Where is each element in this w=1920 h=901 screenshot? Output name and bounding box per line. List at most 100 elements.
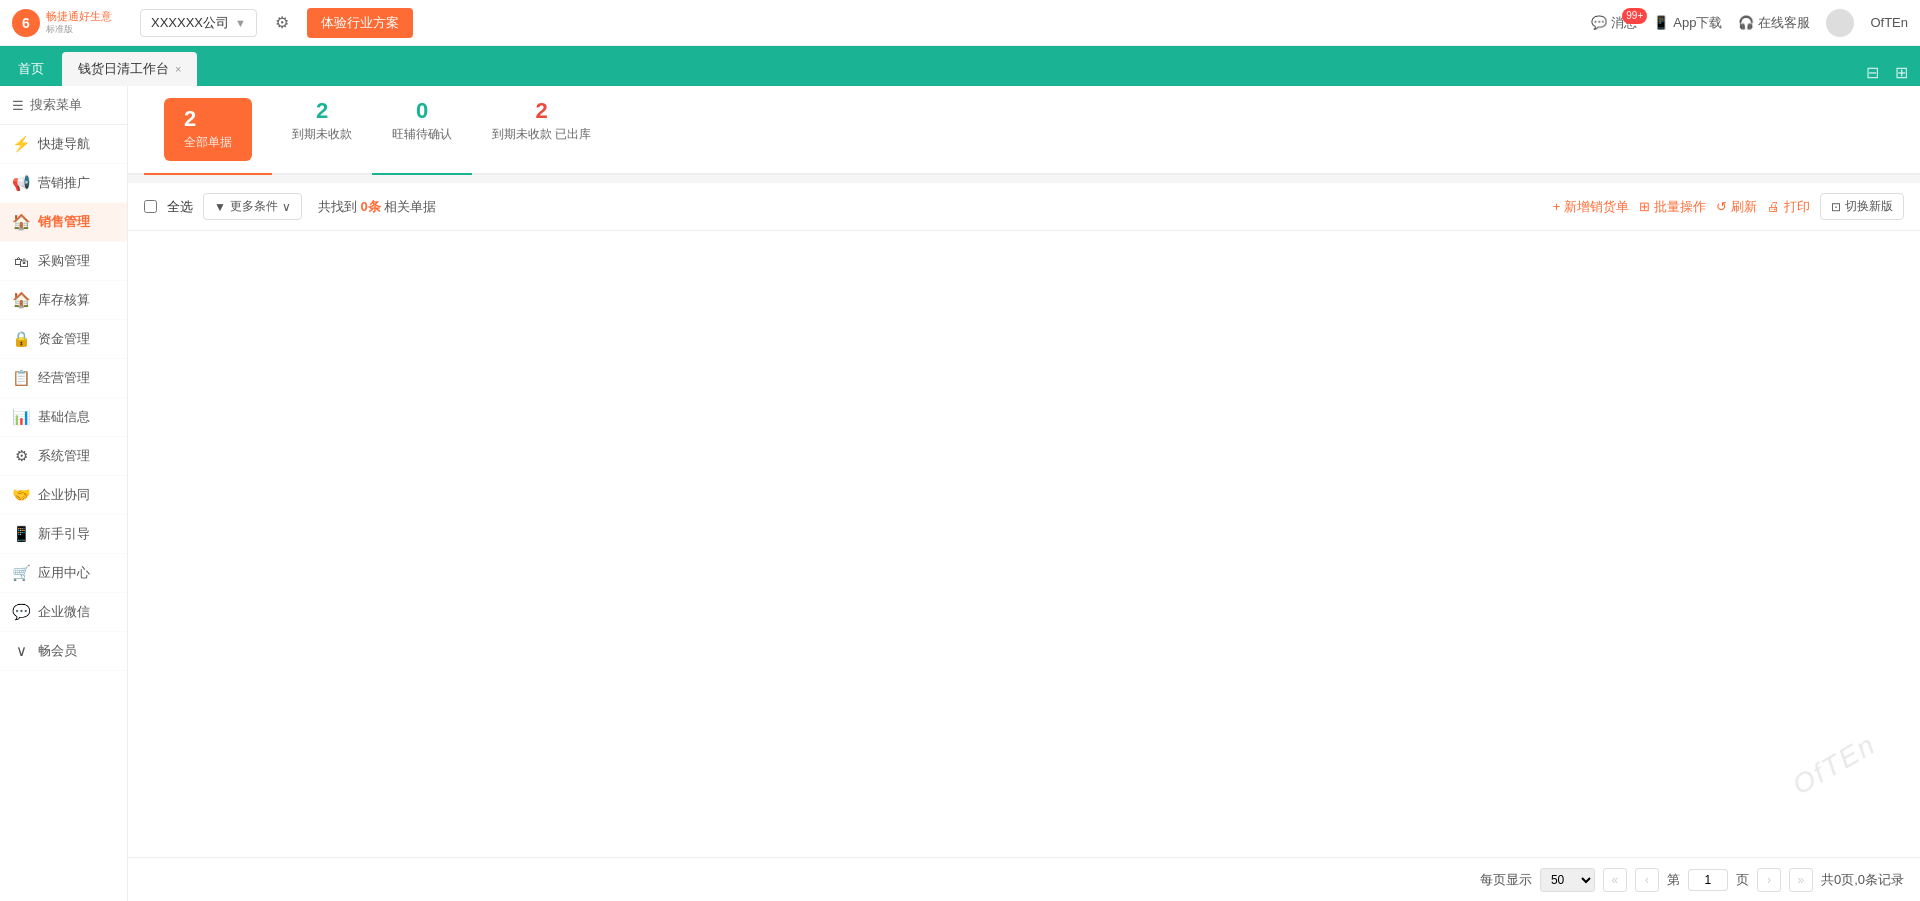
avatar[interactable] [1826, 9, 1854, 37]
v-icon: ∨ [12, 642, 30, 660]
print-button[interactable]: 🖨 打印 [1767, 198, 1810, 216]
page-label: 第 [1667, 871, 1680, 889]
batch-operation-button[interactable]: ⊞ 批量操作 [1639, 198, 1706, 216]
sidebar-item-purchase[interactable]: 🛍 采购管理 [0, 242, 127, 281]
filter-icon: ▼ [214, 200, 226, 214]
sidebar-item-basic-info[interactable]: 📊 基础信息 [0, 398, 127, 437]
logo-sub-text: 标准版 [46, 23, 112, 36]
sidebar-label-quick-nav: 快捷导航 [38, 135, 90, 153]
filter-label: 更多条件 [230, 198, 278, 215]
sidebar-label-finance: 资金管理 [38, 330, 90, 348]
last-page-button[interactable]: » [1789, 868, 1813, 892]
sidebar-item-guide[interactable]: 📱 新手引导 [0, 515, 127, 554]
bag-icon: 🛍 [12, 253, 30, 270]
stat-label-overdue: 到期未收款 [292, 126, 352, 143]
sidebar-item-member[interactable]: ∨ 畅会员 [0, 632, 127, 671]
batch-icon: ⊞ [1639, 199, 1650, 214]
message-item[interactable]: 💬 消息 99+ [1591, 14, 1637, 32]
message-badge: 99+ [1622, 8, 1647, 24]
sidebar-item-wechat[interactable]: 💬 企业微信 [0, 593, 127, 632]
page-input[interactable] [1688, 869, 1728, 891]
sidebar-label-app-center: 应用中心 [38, 564, 90, 582]
sidebar-label-purchase: 采购管理 [38, 252, 90, 270]
refresh-label: 刷新 [1731, 198, 1757, 216]
refresh-button[interactable]: ↺ 刷新 [1716, 198, 1757, 216]
stat-count-pending: 0 [416, 98, 428, 124]
stat-tabs: 2 全部单据 2 到期未收款 0 旺辅待确认 2 到期未收款 已出库 [128, 86, 1920, 175]
settings-icon[interactable]: ⚙ [267, 8, 297, 38]
sidebar-label-system: 系统管理 [38, 447, 90, 465]
stat-tab-shipped[interactable]: 2 到期未收款 已出库 [472, 86, 611, 175]
sidebar-label-basic-info: 基础信息 [38, 408, 90, 426]
logo-main-text: 畅捷通好生意 [46, 9, 112, 23]
maximize-icon[interactable]: ⊞ [1891, 59, 1912, 86]
chat-icon: 💬 [12, 603, 30, 621]
sidebar-item-quick-nav[interactable]: ⚡ 快捷导航 [0, 125, 127, 164]
sidebar-label-member: 畅会员 [38, 642, 77, 660]
app-download-item[interactable]: 📱 App下载 [1653, 14, 1722, 32]
sidebar-label-guide: 新手引导 [38, 525, 90, 543]
search-menu-label: 搜索菜单 [30, 96, 82, 114]
megaphone-icon: 📢 [12, 174, 30, 192]
gear-icon: ⚙ [12, 447, 30, 465]
sidebar-label-enterprise: 企业协同 [38, 486, 90, 504]
trial-button[interactable]: 体验行业方案 [307, 8, 413, 38]
tab-active[interactable]: 钱货日清工作台 × [62, 52, 197, 86]
sidebar-label-marketing: 营销推广 [38, 174, 90, 192]
company-name: XXXXXX公司 [151, 14, 229, 32]
stat-label-all: 全部单据 [184, 134, 232, 151]
close-icon[interactable]: × [175, 63, 181, 75]
sidebar-item-system[interactable]: ⚙ 系统管理 [0, 437, 127, 476]
add-sale-button[interactable]: + 新增销货单 [1553, 198, 1629, 216]
house-icon: 🏠 [12, 213, 30, 231]
print-icon: 🖨 [1767, 199, 1780, 214]
sidebar-item-sales[interactable]: 🏠 销售管理 [0, 203, 127, 242]
minimize-icon[interactable]: ⊟ [1862, 59, 1883, 86]
clipboard-icon: 📋 [12, 369, 30, 387]
stat-tab-overdue[interactable]: 2 到期未收款 [272, 86, 372, 175]
switch-version-button[interactable]: ⊡ 切换新版 [1820, 193, 1904, 220]
main-layout: ☰ 搜索菜单 ⚡ 快捷导航 📢 营销推广 🏠 销售管理 🛍 采购管理 🏠 库存核… [0, 86, 1920, 901]
online-service-item[interactable]: 🎧 在线客服 [1738, 14, 1810, 32]
found-text: 共找到 0条 相关单据 [318, 198, 436, 216]
table-icon: 📊 [12, 408, 30, 426]
search-menu-item[interactable]: ☰ 搜索菜单 [0, 86, 127, 125]
per-page-select[interactable]: 50 10 20 100 [1540, 868, 1595, 892]
sidebar-item-app-center[interactable]: 🛒 应用中心 [0, 554, 127, 593]
chevron-down-filter-icon: ∨ [282, 200, 291, 214]
prev-page-button[interactable]: ‹ [1635, 868, 1659, 892]
switch-icon: ⊡ [1831, 200, 1841, 214]
online-service-label: 在线客服 [1758, 14, 1810, 32]
handshake-icon: 🤝 [12, 486, 30, 504]
warehouse-icon: 🏠 [12, 291, 30, 309]
select-all-label: 全选 [167, 198, 193, 216]
user-name: OfTEn [1870, 15, 1908, 30]
company-selector[interactable]: XXXXXX公司 ▼ [140, 9, 257, 37]
app-download-label: App下载 [1673, 14, 1722, 32]
tab-home[interactable]: 首页 [2, 52, 60, 86]
top-header: 6 畅捷通好生意 标准版 XXXXXX公司 ▼ ⚙ 体验行业方案 💬 消息 99… [0, 0, 1920, 46]
lightning-icon: ⚡ [12, 135, 30, 153]
stat-tab-pending[interactable]: 0 旺辅待确认 [372, 86, 472, 175]
sidebar-item-operations[interactable]: 📋 经营管理 [0, 359, 127, 398]
sidebar-item-enterprise[interactable]: 🤝 企业协同 [0, 476, 127, 515]
app-icon: 📱 [1653, 15, 1669, 30]
chevron-down-icon: ▼ [235, 17, 246, 29]
print-label: 打印 [1784, 198, 1810, 216]
logo-area: 6 畅捷通好生意 标准版 [12, 9, 140, 37]
header-right: 💬 消息 99+ 📱 App下载 🎧 在线客服 OfTEn [1591, 9, 1908, 37]
sidebar-item-finance[interactable]: 🔒 资金管理 [0, 320, 127, 359]
found-prefix: 共找到 [318, 199, 357, 214]
message-icon: 💬 [1591, 15, 1607, 30]
stat-count-overdue: 2 [316, 98, 328, 124]
found-count: 0条 [361, 199, 381, 214]
select-all-checkbox[interactable] [144, 200, 157, 213]
sidebar-label-sales: 销售管理 [38, 213, 90, 231]
stat-tab-all[interactable]: 2 全部单据 [144, 86, 272, 175]
nav-tabs: 首页 钱货日清工作台 × ⊟ ⊞ [0, 46, 1920, 86]
sidebar-item-marketing[interactable]: 📢 营销推广 [0, 164, 127, 203]
first-page-button[interactable]: « [1603, 868, 1627, 892]
next-page-button[interactable]: › [1757, 868, 1781, 892]
sidebar-item-inventory[interactable]: 🏠 库存核算 [0, 281, 127, 320]
filter-button[interactable]: ▼ 更多条件 ∨ [203, 193, 302, 220]
